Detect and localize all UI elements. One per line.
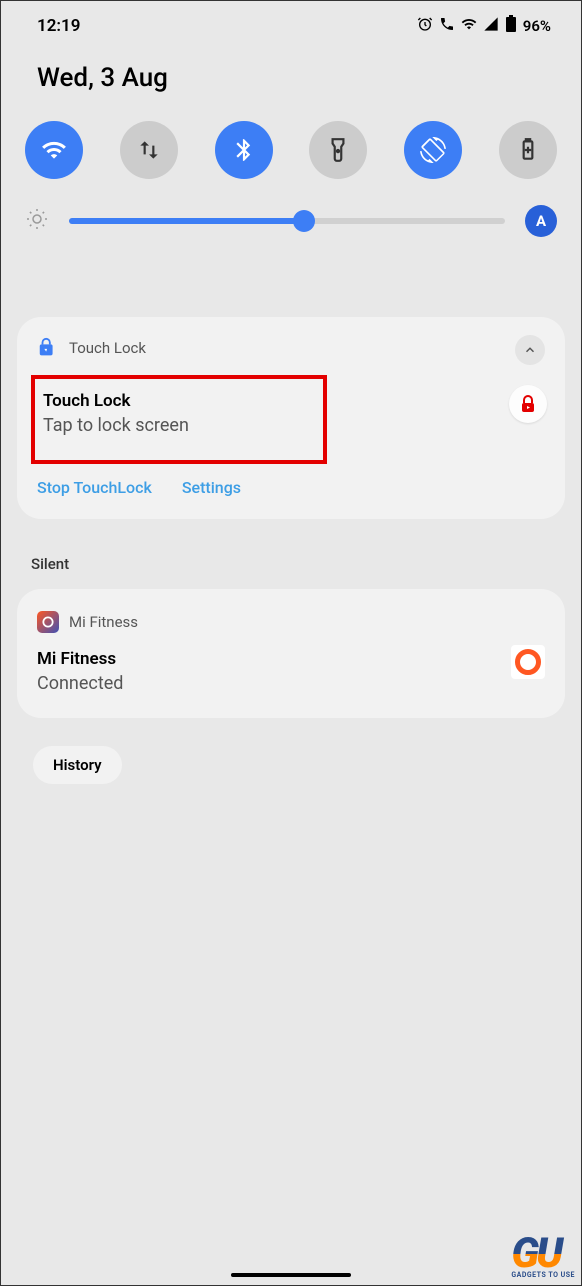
touchlock-app-name: Touch Lock bbox=[69, 339, 146, 357]
nav-indicator[interactable] bbox=[231, 1273, 351, 1277]
status-icons: 96% bbox=[417, 15, 551, 37]
auto-brightness-button[interactable]: A bbox=[525, 205, 557, 237]
mobile-data-toggle[interactable] bbox=[120, 121, 178, 179]
quick-settings-row bbox=[1, 121, 581, 179]
watermark-logo: GU bbox=[511, 1237, 575, 1271]
touchlock-notification[interactable]: Touch Lock Touch Lock Tap to lock screen… bbox=[17, 317, 565, 519]
flashlight-toggle[interactable] bbox=[309, 121, 367, 179]
touchlock-app-icon bbox=[37, 337, 59, 359]
settings-action[interactable]: Settings bbox=[182, 478, 241, 497]
brightness-icon bbox=[25, 207, 49, 235]
date-label: Wed, 3 Aug bbox=[1, 45, 581, 121]
silent-section-label: Silent bbox=[1, 519, 581, 589]
stop-touchlock-action[interactable]: Stop TouchLock bbox=[37, 478, 152, 497]
battery-percent: 96% bbox=[523, 17, 551, 35]
brightness-slider[interactable] bbox=[69, 218, 505, 224]
volte-icon bbox=[439, 16, 455, 36]
lock-youtube-icon bbox=[509, 385, 547, 423]
wifi-icon bbox=[461, 16, 477, 36]
signal-icon bbox=[483, 16, 499, 36]
mifitness-app-icon bbox=[37, 611, 59, 633]
brightness-control: A bbox=[1, 179, 581, 277]
notification-title: Touch Lock bbox=[43, 391, 315, 411]
mifitness-notification[interactable]: Mi Fitness Mi Fitness Connected bbox=[17, 589, 565, 718]
mifitness-ring-icon bbox=[511, 645, 545, 679]
highlighted-region: Touch Lock Tap to lock screen bbox=[31, 375, 327, 464]
status-bar: 12:19 96% bbox=[1, 1, 581, 45]
collapse-chevron-icon[interactable] bbox=[515, 335, 545, 365]
wifi-toggle[interactable] bbox=[25, 121, 83, 179]
mifitness-app-name: Mi Fitness bbox=[69, 613, 138, 631]
notification-subtitle: Tap to lock screen bbox=[43, 415, 315, 436]
mifitness-title: Mi Fitness bbox=[37, 649, 545, 669]
history-button[interactable]: History bbox=[33, 746, 122, 784]
watermark: GU GADGETS TO USE bbox=[511, 1237, 575, 1279]
status-time: 12:19 bbox=[37, 16, 80, 36]
mifitness-status: Connected bbox=[37, 673, 545, 694]
battery-saver-toggle[interactable] bbox=[499, 121, 557, 179]
auto-rotate-toggle[interactable] bbox=[404, 121, 462, 179]
watermark-text: GADGETS TO USE bbox=[511, 1271, 575, 1279]
bluetooth-toggle[interactable] bbox=[215, 121, 273, 179]
battery-icon bbox=[505, 15, 517, 37]
alarm-icon bbox=[417, 16, 433, 36]
